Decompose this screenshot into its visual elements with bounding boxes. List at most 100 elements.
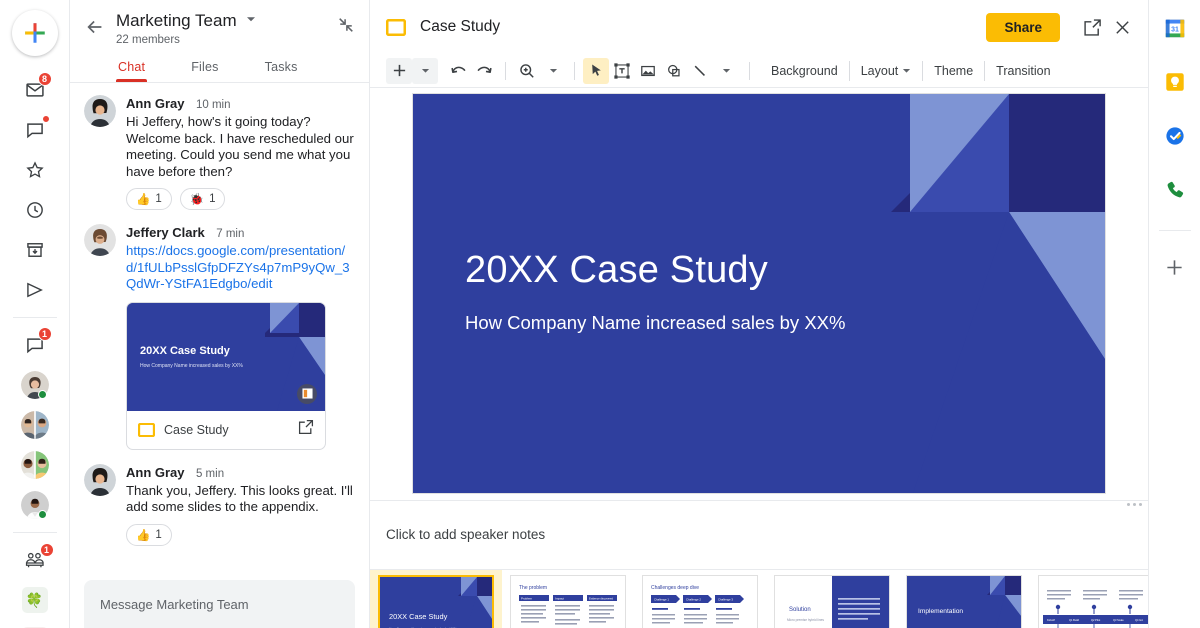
open-in-new-icon[interactable] [298, 419, 314, 440]
reaction-chip[interactable]: 👍 1 [126, 523, 172, 546]
slide-thumbnail-3[interactable]: Challenges deep dive Challenge 1 Challen… [642, 575, 758, 628]
tab-tasks[interactable]: Tasks [263, 56, 300, 82]
dm-unread-badge: 1 [37, 327, 52, 341]
slides-badge [297, 383, 317, 404]
reaction-emoji: 👍 [136, 529, 151, 542]
google-keep-icon [1165, 73, 1184, 91]
undo-button[interactable] [445, 58, 471, 84]
sidebar-item-person-1[interactable] [12, 369, 58, 401]
app-root: 8 1 1 🍀 Marketing Team 22 members Chat F… [0, 0, 1200, 628]
message-input[interactable]: Message Marketing Team [84, 580, 355, 628]
sidebar-item-archive[interactable] [12, 234, 58, 266]
thumbnail-cell[interactable]: Challenges deep dive Challenge 1 Challen… [634, 570, 766, 628]
slide-thumbnail-1[interactable]: 20XX Case Study How Company Name increas… [378, 575, 494, 628]
reaction-list: 👍 1 🐞 1 [126, 188, 355, 210]
rail-divider-1 [12, 317, 57, 318]
message-time: 5 min [195, 467, 225, 480]
tab-files[interactable]: Files [189, 56, 220, 82]
open-in-new-icon[interactable] [1080, 15, 1104, 39]
thumbnail-cell[interactable]: Implementation [898, 570, 1030, 628]
thumb-art: Solution Micro premise hybrid lines [775, 576, 889, 628]
message-link[interactable]: https://docs.google.com/presentation/d/1… [126, 243, 355, 293]
sidebar-item-mail[interactable]: 8 [12, 72, 58, 106]
rooms-unread-badge: 1 [39, 543, 54, 557]
slide-thumbnail-2[interactable]: The problem Problem Impact Evidence disc… [510, 575, 626, 628]
sidebar-item-direct-messages[interactable]: 1 [12, 327, 58, 361]
addon-google-tasks[interactable] [1157, 118, 1193, 154]
current-slide[interactable]: 20XX Case Study How Company Name increas… [413, 94, 1105, 493]
sidebar-item-room-watermelon[interactable]: 🍉 [12, 624, 58, 628]
thumbnail-cell[interactable]: Kickoff Q1 Build Q2 Pilot Q3 Scale Q4 GA [1030, 570, 1148, 628]
shape-button[interactable] [661, 58, 687, 84]
collapse-icon[interactable] [337, 16, 355, 39]
sidebar-item-sent[interactable] [12, 274, 58, 306]
image-icon [641, 65, 655, 76]
thumb-title: Challenges deep dive [651, 585, 699, 591]
sidebar-item-group-3[interactable] [12, 449, 58, 481]
slides-link-preview-card[interactable]: 20XX Case Study How Company Name increas… [126, 301, 326, 450]
notes-resize-handle[interactable] [370, 500, 1148, 508]
reaction-count: 1 [155, 193, 162, 205]
message-author: Ann Gray [126, 464, 185, 480]
sidebar-item-person-4[interactable] [12, 489, 58, 521]
text-box-button[interactable] [609, 58, 635, 84]
compose-button[interactable] [11, 10, 58, 56]
select-tool-button[interactable] [583, 57, 609, 84]
avatar-image [20, 451, 49, 479]
slide-thumbnail-6[interactable]: Kickoff Q1 Build Q2 Pilot Q3 Scale Q4 GA [1038, 575, 1148, 628]
new-slide-button[interactable] [386, 57, 412, 84]
add-addon-button[interactable] [1157, 249, 1193, 285]
avatar[interactable] [84, 95, 116, 127]
zoom-dropdown[interactable] [540, 58, 566, 84]
zoom-button[interactable] [514, 58, 540, 84]
addon-google-keep[interactable] [1157, 64, 1193, 100]
speaker-notes[interactable]: Click to add speaker notes [370, 508, 1148, 570]
redo-button[interactable] [471, 58, 497, 84]
insert-image-button[interactable] [635, 58, 661, 84]
new-slide-dropdown[interactable] [412, 57, 438, 84]
sidebar-item-room-clover[interactable]: 🍀 [12, 584, 58, 616]
tab-chat[interactable]: Chat [116, 56, 148, 82]
line-dropdown[interactable] [713, 58, 739, 84]
cursor-icon [591, 64, 601, 76]
sidebar-item-group-2[interactable] [12, 409, 58, 441]
chevron-down-icon[interactable] [245, 12, 257, 30]
slide-canvas[interactable]: 20XX Case Study How Company Name increas… [413, 94, 1105, 493]
slide-thumbnail-5[interactable]: Implementation [906, 575, 1022, 628]
svg-text:Impact: Impact [555, 597, 564, 601]
slide-thumbnail-4[interactable]: Solution Micro premise hybrid lines [774, 575, 890, 628]
mail-unread-badge: 8 [37, 72, 52, 86]
thumbnail-cell[interactable]: 20XX Case Study How Company Name increas… [370, 570, 502, 628]
sidebar-item-starred[interactable] [12, 154, 58, 186]
close-icon[interactable] [1110, 15, 1134, 39]
addon-google-voice[interactable] [1157, 172, 1193, 208]
sidebar-item-chat[interactable] [12, 114, 58, 146]
sidebar-item-snoozed[interactable] [12, 194, 58, 226]
line-button[interactable] [687, 58, 713, 84]
background-menu[interactable]: Background [760, 58, 849, 84]
transition-menu[interactable]: Transition [985, 58, 1061, 84]
avatar[interactable] [84, 463, 116, 496]
slides-panel: Case Study Share Background Layout Theme… [370, 0, 1148, 628]
share-button[interactable]: Share [986, 12, 1060, 42]
toolbar-divider [505, 61, 506, 80]
avatar[interactable] [84, 224, 116, 256]
thumbnail-cell[interactable]: The problem Problem Impact Evidence disc… [502, 570, 634, 628]
sidebar-item-rooms[interactable]: 1 [12, 543, 58, 576]
star-icon [25, 161, 44, 178]
thumbnail-cell[interactable]: Solution Micro premise hybrid lines [766, 570, 898, 628]
addon-google-calendar[interactable]: 31 [1157, 10, 1193, 46]
message-time: 7 min [216, 228, 245, 240]
thumb-art: The problem Problem Impact Evidence disc… [511, 576, 625, 628]
reaction-chip[interactable]: 👍 1 [126, 188, 172, 210]
layout-menu[interactable]: Layout [850, 58, 923, 84]
svg-text:Q4 GA: Q4 GA [1135, 618, 1143, 622]
document-title[interactable]: Case Study [420, 18, 986, 36]
message-composer: Message Marketing Team [70, 580, 369, 628]
back-arrow-icon[interactable] [84, 16, 108, 40]
message-author: Ann Gray [126, 96, 185, 111]
grip-dots-icon [1127, 503, 1142, 506]
theme-menu[interactable]: Theme [923, 58, 984, 84]
reaction-chip[interactable]: 🐞 1 [179, 188, 226, 210]
toolbar-divider [749, 61, 750, 80]
